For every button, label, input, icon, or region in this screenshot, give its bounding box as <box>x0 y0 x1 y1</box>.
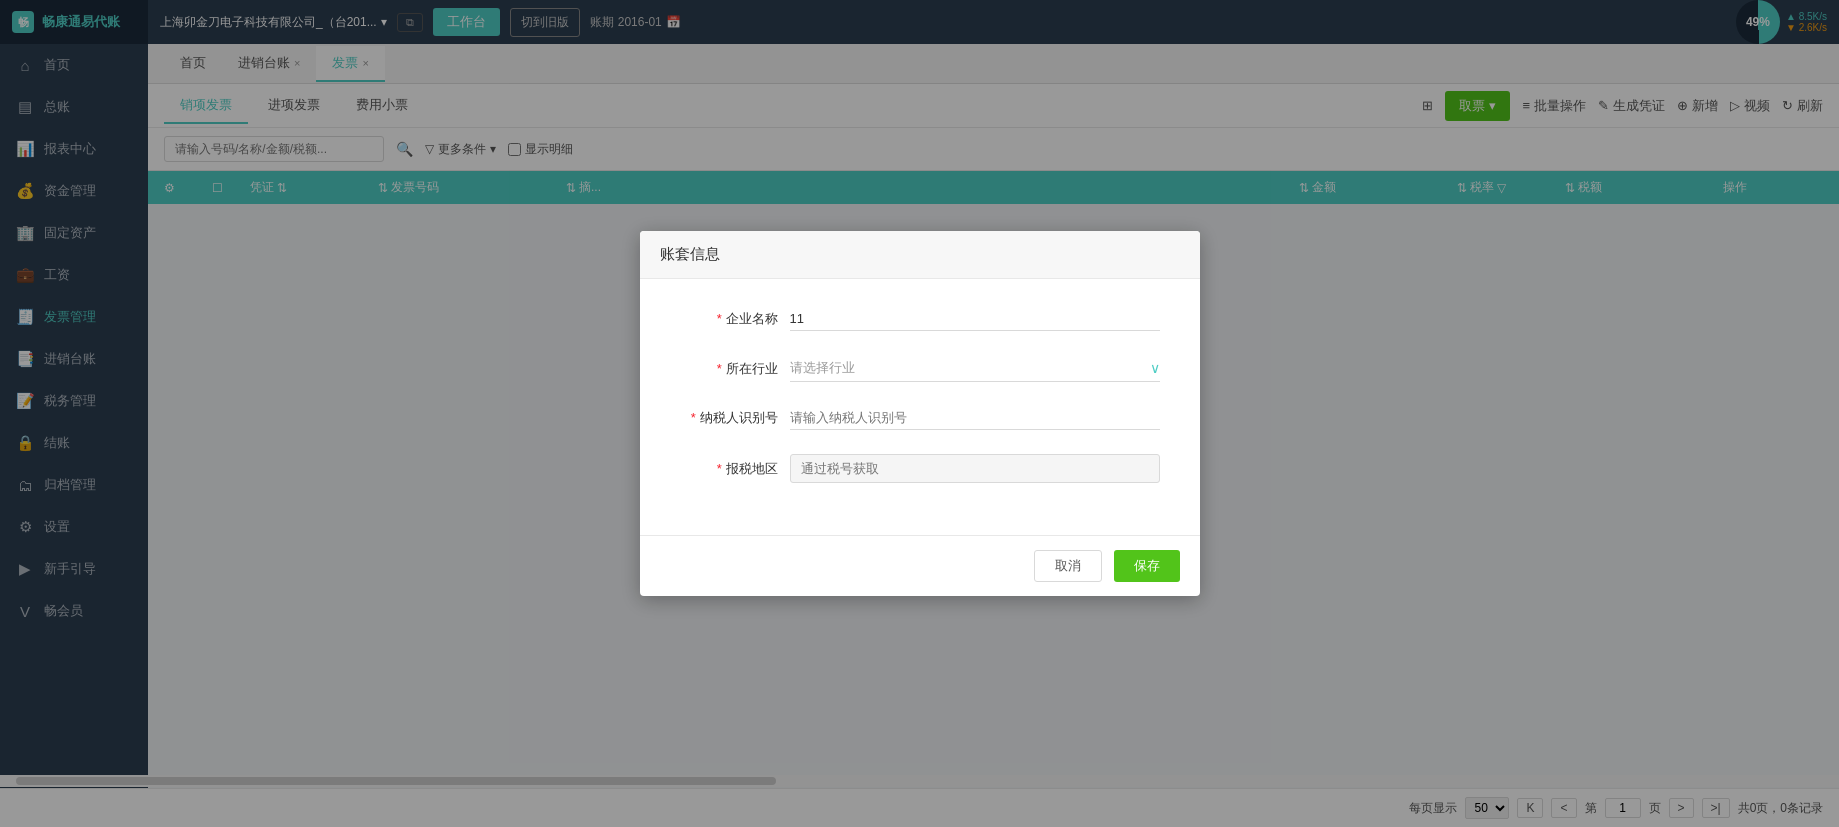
tax-region-input[interactable] <box>790 454 1160 483</box>
required-mark: * <box>717 461 722 476</box>
cancel-button[interactable]: 取消 <box>1034 550 1102 582</box>
industry-chevron-icon: ∨ <box>1150 360 1160 376</box>
form-row-tax-region: * 报税地区 <box>680 454 1160 483</box>
form-row-industry: * 所在行业 请选择行业 ∨ <box>680 355 1160 382</box>
modal-body: * 企业名称 * 所在行业 请选择行业 ∨ * <box>640 279 1200 535</box>
modal-title: 账套信息 <box>640 231 1200 279</box>
industry-label: * 所在行业 <box>680 360 790 378</box>
form-row-tax-id: * 纳税人识别号 <box>680 406 1160 430</box>
company-name-input[interactable] <box>790 307 1160 331</box>
account-info-modal: 账套信息 * 企业名称 * 所在行业 请选择行业 ∨ <box>640 231 1200 596</box>
required-mark: * <box>691 410 696 425</box>
company-name-label: * 企业名称 <box>680 310 790 328</box>
save-button[interactable]: 保存 <box>1114 550 1180 582</box>
tax-id-input[interactable] <box>790 406 1160 430</box>
tax-id-label: * 纳税人识别号 <box>680 409 790 427</box>
form-row-company: * 企业名称 <box>680 307 1160 331</box>
tax-region-label: * 报税地区 <box>680 460 790 478</box>
industry-select[interactable]: 请选择行业 ∨ <box>790 355 1160 382</box>
modal-overlay: 账套信息 * 企业名称 * 所在行业 请选择行业 ∨ <box>0 0 1839 827</box>
industry-select-text: 请选择行业 <box>790 359 1150 377</box>
required-mark: * <box>717 311 722 326</box>
modal-footer: 取消 保存 <box>640 535 1200 596</box>
required-mark: * <box>717 361 722 376</box>
